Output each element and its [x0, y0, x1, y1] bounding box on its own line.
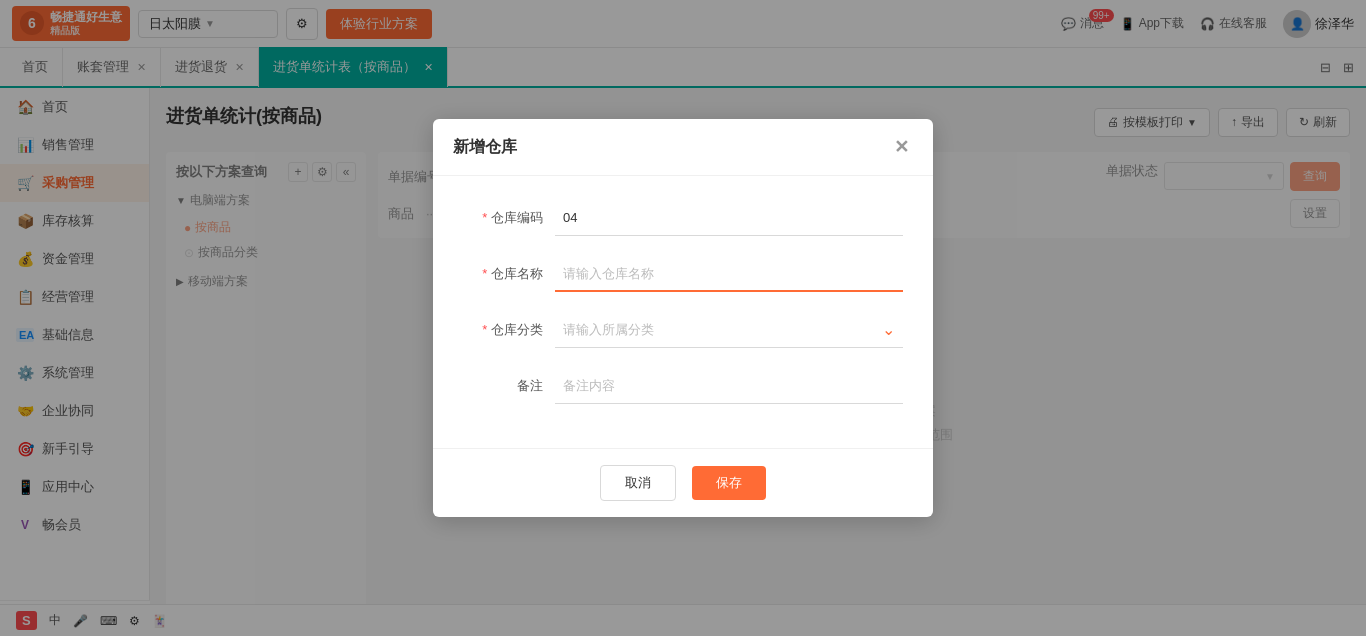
code-input[interactable] — [555, 200, 903, 236]
note-label: 备注 — [463, 377, 543, 395]
modal-footer: 取消 保存 — [433, 448, 933, 517]
modal-body: 仓库编码 仓库名称 仓库分类 请输入所属分类 ⌄ 备注 — [433, 176, 933, 448]
name-label: 仓库名称 — [463, 265, 543, 283]
category-select[interactable]: 请输入所属分类 ⌄ — [555, 312, 903, 348]
name-input[interactable] — [555, 256, 903, 292]
code-label: 仓库编码 — [463, 209, 543, 227]
category-dropdown-icon: ⌄ — [882, 320, 895, 339]
modal-overlay: 新增仓库 ✕ 仓库编码 仓库名称 仓库分类 请输入所属分类 ⌄ — [0, 0, 1366, 636]
form-row-code: 仓库编码 — [463, 200, 903, 236]
modal-close-btn[interactable]: ✕ — [889, 135, 913, 159]
form-row-name: 仓库名称 — [463, 256, 903, 292]
cancel-button[interactable]: 取消 — [600, 465, 676, 501]
modal-header: 新增仓库 ✕ — [433, 119, 933, 176]
form-row-note: 备注 — [463, 368, 903, 404]
modal-title: 新增仓库 — [453, 137, 517, 158]
category-label: 仓库分类 — [463, 321, 543, 339]
form-row-category: 仓库分类 请输入所属分类 ⌄ — [463, 312, 903, 348]
modal-new-warehouse: 新增仓库 ✕ 仓库编码 仓库名称 仓库分类 请输入所属分类 ⌄ — [433, 119, 933, 517]
category-placeholder: 请输入所属分类 — [563, 321, 654, 339]
note-input[interactable] — [555, 368, 903, 404]
save-button[interactable]: 保存 — [692, 466, 766, 500]
